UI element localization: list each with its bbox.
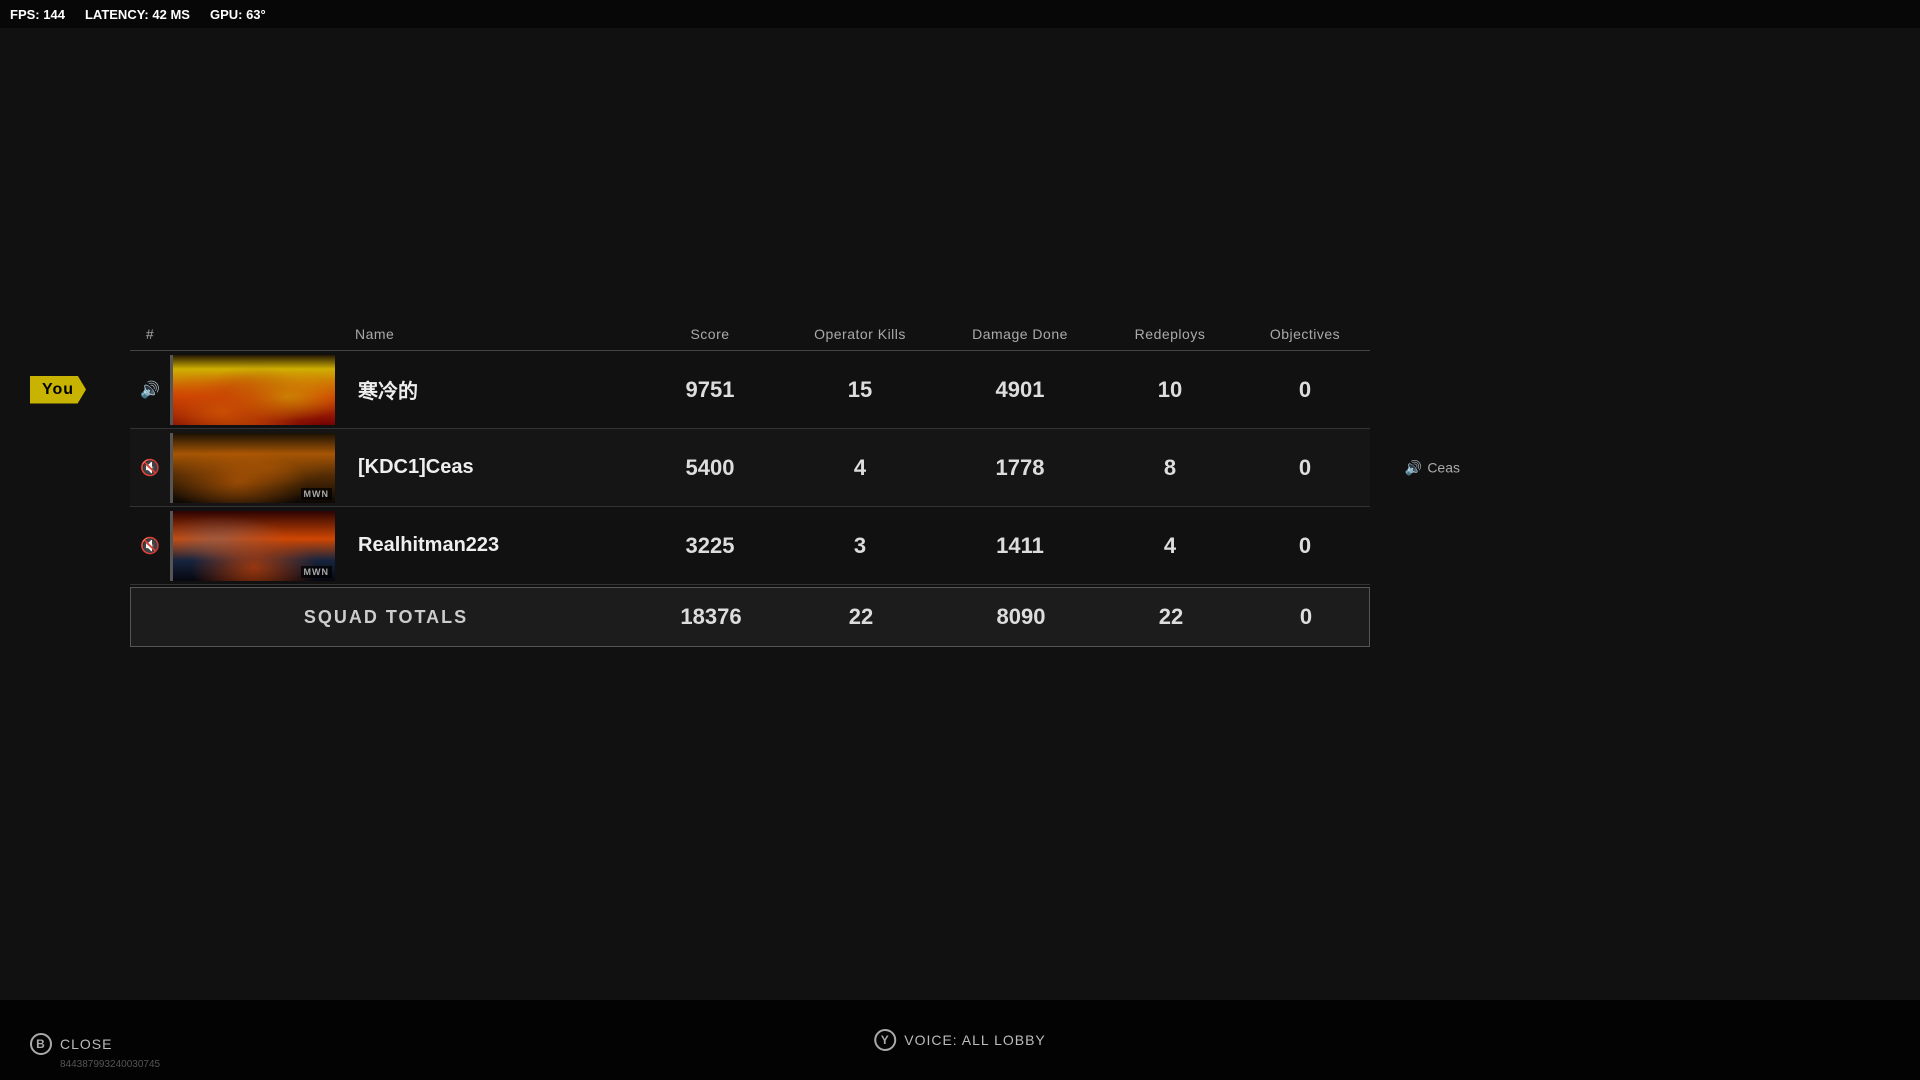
player-row: You 🔊 寒冷的 9751 15 4901 10 0 bbox=[130, 351, 1370, 429]
speaker-icon: 🔊 bbox=[140, 380, 160, 400]
mwn-badge-2: MWN bbox=[301, 488, 333, 500]
fps-label: FPS: bbox=[10, 7, 40, 22]
you-badge: You bbox=[30, 376, 86, 404]
voice-indicator: Y VOICE: ALL LOBBY bbox=[874, 1029, 1046, 1051]
latency-label: LATENCY: bbox=[85, 7, 149, 22]
header-redeploys: Redeploys bbox=[1100, 326, 1240, 342]
player-avatar-2: MWN bbox=[170, 433, 335, 503]
latency-value: 42 MS bbox=[152, 7, 190, 22]
bottom-bar: B CLOSE 844387993240030745 Y VOICE: ALL … bbox=[0, 1000, 1920, 1080]
scoreboard: # Name Score Operator Kills Damage Done … bbox=[130, 318, 1370, 647]
squad-totals-row: SQUAD TOTALS 18376 22 8090 22 0 bbox=[130, 587, 1370, 647]
mute-icon-2[interactable]: 🔇 bbox=[140, 458, 160, 478]
totals-objectives: 0 bbox=[1241, 604, 1371, 630]
header-objectives: Objectives bbox=[1240, 326, 1370, 342]
y-label: Y bbox=[881, 1033, 890, 1047]
header-name: Name bbox=[350, 326, 640, 342]
ceas-speaker-icon: 🔊 bbox=[1405, 459, 1422, 476]
player-row: 🔊 Ceas 🔇 MWN [KDC1]Ceas 5400 4 1778 8 0 bbox=[130, 429, 1370, 507]
player-name-3: Realhitman223 bbox=[350, 534, 640, 557]
speaker-col-2: 🔇 bbox=[130, 458, 170, 478]
close-button[interactable]: B CLOSE bbox=[30, 1033, 112, 1055]
player-objectives-1: 0 bbox=[1240, 377, 1370, 403]
player-name-2: [KDC1]Ceas bbox=[350, 456, 640, 479]
player-score-2: 5400 bbox=[640, 455, 780, 481]
gpu-value: 63° bbox=[246, 7, 266, 22]
player-kills-3: 3 bbox=[780, 533, 940, 559]
player-kills-2: 4 bbox=[780, 455, 940, 481]
fps-value: 144 bbox=[43, 7, 65, 22]
player-damage-3: 1411 bbox=[940, 533, 1100, 559]
player-redeploys-1: 10 bbox=[1100, 377, 1240, 403]
speaker-col-3: 🔇 bbox=[130, 536, 170, 556]
player-avatar-1 bbox=[170, 355, 335, 425]
player-avatar-3: MWN bbox=[170, 511, 335, 581]
player-name-1: 寒冷的 bbox=[350, 375, 640, 404]
header-damage-done: Damage Done bbox=[940, 326, 1100, 342]
totals-kills: 22 bbox=[781, 604, 941, 630]
player-damage-1: 4901 bbox=[940, 377, 1100, 403]
b-label: B bbox=[36, 1037, 46, 1051]
speaker-col: 🔊 bbox=[130, 380, 170, 400]
table-header: # Name Score Operator Kills Damage Done … bbox=[130, 318, 1370, 351]
player-objectives-3: 0 bbox=[1240, 533, 1370, 559]
ceas-label: Ceas bbox=[1427, 460, 1460, 476]
close-label: CLOSE bbox=[60, 1036, 112, 1052]
player-kills-1: 15 bbox=[780, 377, 940, 403]
player-score-3: 3225 bbox=[640, 533, 780, 559]
session-id: 844387993240030745 bbox=[60, 1059, 160, 1070]
mute-icon-3[interactable]: 🔇 bbox=[140, 536, 160, 556]
voice-label: VOICE: ALL LOBBY bbox=[904, 1032, 1046, 1048]
totals-score: 18376 bbox=[641, 604, 781, 630]
player-redeploys-2: 8 bbox=[1100, 455, 1240, 481]
player-row: 🔇 MWN Realhitman223 3225 3 1411 4 0 bbox=[130, 507, 1370, 585]
header-operator-kills: Operator Kills bbox=[780, 326, 940, 342]
header-avatar bbox=[170, 326, 350, 342]
fps-display: FPS: 144 bbox=[10, 7, 65, 22]
gpu-label: GPU: bbox=[210, 7, 243, 22]
gpu-display: GPU: 63° bbox=[210, 7, 266, 22]
header-hash: # bbox=[130, 326, 170, 342]
player-score-1: 9751 bbox=[640, 377, 780, 403]
b-button-icon: B bbox=[30, 1033, 52, 1055]
y-button-icon: Y bbox=[874, 1029, 896, 1051]
totals-damage: 8090 bbox=[941, 604, 1101, 630]
totals-redeploys: 22 bbox=[1101, 604, 1241, 630]
squad-totals-label: SQUAD TOTALS bbox=[131, 607, 641, 628]
ceas-indicator: 🔊 Ceas bbox=[1405, 459, 1460, 476]
player-redeploys-3: 4 bbox=[1100, 533, 1240, 559]
main-area: # Name Score Operator Kills Damage Done … bbox=[0, 28, 1920, 1080]
avatar-image-1 bbox=[173, 355, 335, 425]
latency-display: LATENCY: 42 MS bbox=[85, 7, 190, 22]
you-badge-container: You bbox=[30, 376, 86, 404]
header-score: Score bbox=[640, 326, 780, 342]
player-objectives-2: 0 bbox=[1240, 455, 1370, 481]
player-damage-2: 1778 bbox=[940, 455, 1100, 481]
mwn-badge-3: MWN bbox=[301, 566, 333, 578]
hud-bar: FPS: 144 LATENCY: 42 MS GPU: 63° bbox=[0, 0, 1920, 28]
